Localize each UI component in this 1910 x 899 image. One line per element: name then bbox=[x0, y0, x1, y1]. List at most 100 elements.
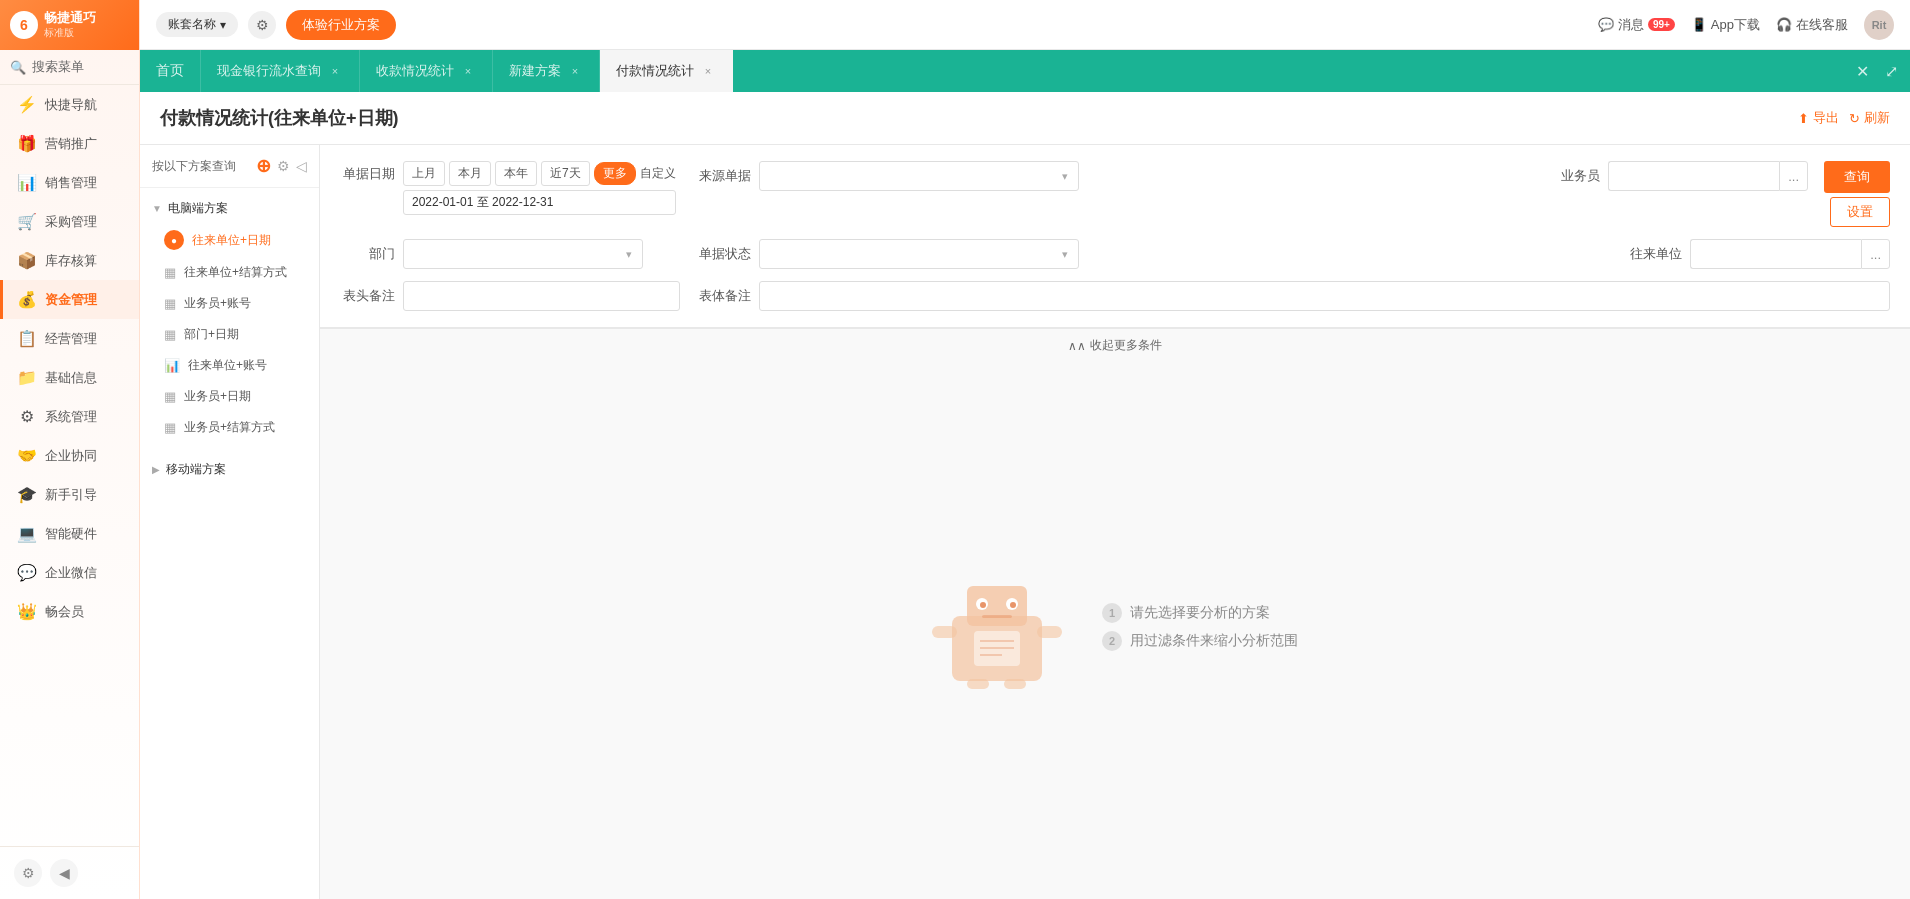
operation-icon: 📋 bbox=[17, 329, 37, 348]
message-btn[interactable]: 💬 消息 99+ bbox=[1598, 16, 1675, 34]
source-select[interactable]: ▾ bbox=[759, 161, 1079, 191]
scheme-item-icon: ▦ bbox=[164, 420, 176, 435]
note1-input[interactable] bbox=[403, 281, 680, 311]
sidebar-item-guide[interactable]: 🎓 新手引导 bbox=[0, 475, 139, 514]
partner-label: 往来单位 bbox=[1627, 245, 1682, 263]
scheme-item-partner-settle[interactable]: ▦ 往来单位+结算方式 bbox=[140, 257, 319, 288]
sidebar-item-basic[interactable]: 📁 基础信息 bbox=[0, 358, 139, 397]
tab-home[interactable]: 首页 bbox=[140, 50, 201, 92]
scheme-settings-icon[interactable]: ⚙ bbox=[277, 158, 290, 174]
scheme-collapse-icon[interactable]: ◁ bbox=[296, 158, 307, 174]
note2-input[interactable] bbox=[759, 281, 1890, 311]
scheme-item-partner-date[interactable]: ● 往来单位+日期 bbox=[140, 223, 319, 257]
tab-expand-btn[interactable]: ⤢ bbox=[1881, 58, 1902, 85]
page-header-actions: ⬆ 导出 ↻ 刷新 bbox=[1798, 109, 1890, 127]
weixin-icon: 💬 bbox=[17, 563, 37, 582]
scheme-item-staff-account[interactable]: ▦ 业务员+账号 bbox=[140, 288, 319, 319]
sidebar-item-purchase[interactable]: 🛒 采购管理 bbox=[0, 202, 139, 241]
user-avatar[interactable]: Rit bbox=[1864, 10, 1894, 40]
pc-section-arrow-icon: ▼ bbox=[152, 203, 162, 214]
tab-new-scheme[interactable]: 新建方案 × bbox=[493, 50, 600, 92]
settings-btn[interactable]: 设置 bbox=[1830, 197, 1890, 227]
date-custom-label: 自定义 bbox=[640, 165, 676, 182]
sidebar-item-weixin[interactable]: 💬 企业微信 bbox=[0, 553, 139, 592]
hardware-icon: 💻 bbox=[17, 524, 37, 543]
partner-ellipsis-btn[interactable]: ... bbox=[1861, 239, 1890, 269]
tab-payment-stat-close[interactable]: × bbox=[700, 63, 716, 79]
sidebar-item-operation[interactable]: 📋 经营管理 bbox=[0, 319, 139, 358]
sidebar-item-marketing[interactable]: 🎁 营销推广 bbox=[0, 124, 139, 163]
svg-rect-7 bbox=[932, 626, 957, 638]
app-download-btn[interactable]: 📱 App下载 bbox=[1691, 16, 1760, 34]
scheme-section-mobile: ▶ 移动端方案 bbox=[140, 449, 319, 490]
sidebar-item-hardware[interactable]: 💻 智能硬件 bbox=[0, 514, 139, 553]
tabbar-actions: ✕ ⤢ bbox=[1844, 50, 1910, 92]
guide-icon: 🎓 bbox=[17, 485, 37, 504]
topbar-gear-btn[interactable]: ⚙ bbox=[248, 11, 276, 39]
scheme-section-pc-title[interactable]: ▼ 电脑端方案 bbox=[140, 194, 319, 223]
sidebar-item-system[interactable]: ⚙ 系统管理 bbox=[0, 397, 139, 436]
dept-select[interactable]: ▾ bbox=[403, 239, 643, 269]
scheme-item-staff-date[interactable]: ▦ 业务员+日期 bbox=[140, 381, 319, 412]
scheme-add-btn[interactable]: ⊕ bbox=[256, 155, 271, 177]
refresh-icon: ↻ bbox=[1849, 111, 1860, 126]
tab-receipt-stat-close[interactable]: × bbox=[460, 63, 476, 79]
staff-ellipsis-btn[interactable]: ... bbox=[1779, 161, 1808, 191]
main-area: 账套名称 ▾ ⚙ 体验行业方案 💬 消息 99+ 📱 App下载 🎧 在线客服 … bbox=[140, 0, 1910, 899]
sidebar-collapse-btn[interactable]: ◀ bbox=[50, 859, 78, 887]
online-service-btn[interactable]: 🎧 在线客服 bbox=[1776, 16, 1848, 34]
empty-state: 1 请先选择要分析的方案 2 用过滤条件来缩小分析范围 bbox=[320, 362, 1910, 899]
date-btn-last7[interactable]: 近7天 bbox=[541, 161, 590, 186]
date-btn-last-month[interactable]: 上月 bbox=[403, 161, 445, 186]
sidebar-item-inventory[interactable]: 📦 库存核算 bbox=[0, 241, 139, 280]
tab-bank-flow[interactable]: 现金银行流水查询 × bbox=[201, 50, 360, 92]
trial-btn[interactable]: 体验行业方案 bbox=[286, 10, 396, 40]
svg-point-5 bbox=[1010, 602, 1016, 608]
page-content: 付款情况统计(往来单位+日期) ⬆ 导出 ↻ 刷新 按以下方案查询 ⊕ bbox=[140, 92, 1910, 899]
inventory-icon: 📦 bbox=[17, 251, 37, 270]
date-btn-more[interactable]: 更多 bbox=[594, 162, 636, 185]
tab-receipt-stat[interactable]: 收款情况统计 × bbox=[360, 50, 493, 92]
search-menu[interactable]: 🔍 搜索菜单 bbox=[0, 50, 139, 85]
source-label: 来源单据 bbox=[696, 167, 751, 185]
source-select-arrow: ▾ bbox=[1062, 170, 1068, 183]
sidebar-nav: ⚡ 快捷导航 🎁 营销推广 📊 销售管理 🛒 采购管理 📦 库存核算 💰 资金管… bbox=[0, 85, 139, 846]
collapse-btn[interactable]: ∧∧ 收起更多条件 bbox=[320, 328, 1910, 362]
sidebar-settings-btn[interactable]: ⚙ bbox=[14, 859, 42, 887]
partner-input[interactable] bbox=[1690, 239, 1861, 269]
tab-new-scheme-close[interactable]: × bbox=[567, 63, 583, 79]
tab-bank-flow-close[interactable]: × bbox=[327, 63, 343, 79]
svg-rect-1 bbox=[967, 586, 1027, 626]
status-select[interactable]: ▾ bbox=[759, 239, 1079, 269]
member-icon: 👑 bbox=[17, 602, 37, 621]
content-area: 按以下方案查询 ⊕ ⚙ ◁ ▼ 电脑端方案 ● 往来单位+日期 bbox=[140, 145, 1910, 899]
refresh-btn[interactable]: ↻ 刷新 bbox=[1849, 109, 1890, 127]
date-btn-this-month[interactable]: 本月 bbox=[449, 161, 491, 186]
status-label: 单据状态 bbox=[696, 245, 751, 263]
sidebar-item-enterprise[interactable]: 🤝 企业协同 bbox=[0, 436, 139, 475]
scheme-panel: 按以下方案查询 ⊕ ⚙ ◁ ▼ 电脑端方案 ● 往来单位+日期 bbox=[140, 145, 320, 899]
scheme-item-partner-account[interactable]: 📊 往来单位+账号 bbox=[140, 350, 319, 381]
export-btn[interactable]: ⬆ 导出 bbox=[1798, 109, 1839, 127]
sidebar-item-quick-nav[interactable]: ⚡ 快捷导航 bbox=[0, 85, 139, 124]
enterprise-icon: 🤝 bbox=[17, 446, 37, 465]
sidebar-item-member[interactable]: 👑 畅会员 bbox=[0, 592, 139, 631]
sidebar: 6 畅捷通巧 标准版 🔍 搜索菜单 ⚡ 快捷导航 🎁 营销推广 📊 销售管理 🛒… bbox=[0, 0, 140, 899]
date-btn-this-year[interactable]: 本年 bbox=[495, 161, 537, 186]
query-btn[interactable]: 查询 bbox=[1824, 161, 1890, 193]
tab-payment-stat[interactable]: 付款情况统计 × bbox=[600, 50, 733, 92]
sidebar-item-finance[interactable]: 💰 资金管理 bbox=[0, 280, 139, 319]
scheme-item-staff-settle[interactable]: ▦ 业务员+结算方式 bbox=[140, 412, 319, 443]
system-icon: ⚙ bbox=[17, 407, 37, 426]
date-range-input[interactable]: 2022-01-01 至 2022-12-31 bbox=[403, 190, 676, 215]
staff-input[interactable] bbox=[1608, 161, 1779, 191]
scheme-item-dept-date[interactable]: ▦ 部门+日期 bbox=[140, 319, 319, 350]
tab-close-all-btn[interactable]: ✕ bbox=[1852, 58, 1873, 85]
empty-tips: 1 请先选择要分析的方案 2 用过滤条件来缩小分析范围 bbox=[1102, 603, 1298, 659]
filter-form: 单据日期 上月 本月 本年 近7天 更多 自定义 bbox=[320, 145, 1910, 328]
scheme-section-mobile-title[interactable]: ▶ 移动端方案 bbox=[140, 455, 319, 484]
status-select-arrow: ▾ bbox=[1062, 248, 1068, 261]
account-selector[interactable]: 账套名称 ▾ bbox=[156, 12, 238, 37]
sidebar-item-sales[interactable]: 📊 销售管理 bbox=[0, 163, 139, 202]
date-label: 单据日期 bbox=[340, 161, 395, 183]
